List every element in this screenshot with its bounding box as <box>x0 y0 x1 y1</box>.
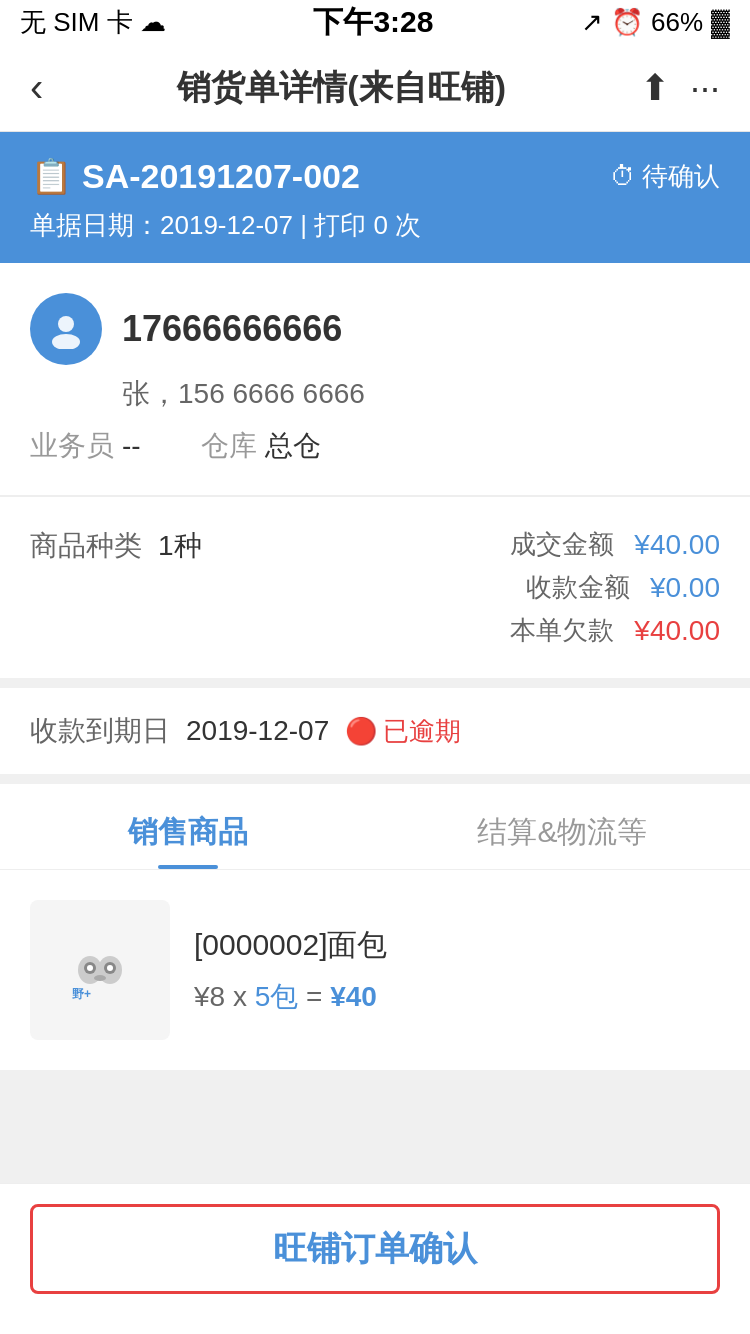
tab-sales-goods-label: 销售商品 <box>128 815 248 848</box>
svg-point-0 <box>58 316 74 332</box>
order-date: 单据日期：2019-12-07 | 打印 0 次 <box>30 208 720 243</box>
order-icon: 📋 <box>30 156 72 196</box>
svg-text:野+: 野+ <box>72 987 91 1000</box>
customer-top: 17666666666 <box>30 293 720 365</box>
product-info: [0000002]面包 ¥8 x 5包 = ¥40 <box>194 925 720 1016</box>
warehouse-value: 总仓 <box>265 427 321 465</box>
product-image: 野+ <box>30 900 170 1040</box>
amount-value-2: ¥40.00 <box>634 615 720 647</box>
product-name: [0000002]面包 <box>194 925 720 966</box>
order-status-text: 待确认 <box>642 159 720 194</box>
nav-bar: ‹ 销货单详情(来自旺铺) ⬆ ··· <box>0 44 750 132</box>
sales-rep-value: -- <box>122 430 141 462</box>
amount-row-0: 成交金额 ¥40.00 <box>510 527 720 562</box>
order-id: 📋 SA-20191207-002 <box>30 156 360 196</box>
order-status: ⏱ 待确认 <box>610 159 720 194</box>
product-item: 野+ [0000002]面包 ¥8 x 5包 = ¥40 <box>30 900 720 1040</box>
avatar <box>30 293 102 365</box>
type-value: 1种 <box>158 527 202 565</box>
battery-percent: 66% <box>651 7 703 38</box>
order-header-top: 📋 SA-20191207-002 ⏱ 待确认 <box>30 156 720 196</box>
tab-settlement-label: 结算&物流等 <box>477 815 647 848</box>
warehouse-label: 仓库 <box>201 427 257 465</box>
confirm-order-button[interactable]: 旺铺订单确认 <box>30 1204 720 1294</box>
product-price-row: ¥8 x 5包 = ¥40 <box>194 978 720 1016</box>
svg-point-8 <box>94 975 106 981</box>
summary-right: 成交金额 ¥40.00 收款金额 ¥0.00 本单欠款 ¥40.00 <box>510 527 720 648</box>
due-label: 收款到期日 <box>30 712 170 750</box>
warehouse-item: 仓库 总仓 <box>201 427 321 465</box>
nav-actions: ⬆ ··· <box>640 67 720 109</box>
svg-point-6 <box>87 965 93 971</box>
page-title: 销货单详情(来自旺铺) <box>177 65 506 111</box>
sales-rep-label: 业务员 <box>30 427 114 465</box>
more-button[interactable]: ··· <box>690 67 720 109</box>
customer-phone: 17666666666 <box>122 308 342 350</box>
customer-meta: 业务员 -- 仓库 总仓 <box>30 427 720 465</box>
order-id-text: SA-20191207-002 <box>82 157 360 196</box>
status-left: 无 SIM 卡 ☁ <box>20 5 166 40</box>
amount-label-0: 成交金额 <box>510 527 614 562</box>
customer-section: 17666666666 张，156 6666 6666 业务员 -- 仓库 总仓 <box>0 263 750 496</box>
bottom-button-container: 旺铺订单确认 <box>0 1183 750 1334</box>
amount-value-0: ¥40.00 <box>634 529 720 561</box>
amount-label-2: 本单欠款 <box>510 613 614 648</box>
due-date-section: 收款到期日 2019-12-07 🔴 已逾期 <box>0 688 750 784</box>
product-section: 野+ [0000002]面包 ¥8 x 5包 = ¥40 <box>0 870 750 1070</box>
overdue-alert-icon: 🔴 <box>345 716 377 747</box>
share-button[interactable]: ⬆ <box>640 67 670 109</box>
order-header: 📋 SA-20191207-002 ⏱ 待确认 单据日期：2019-12-07 … <box>0 132 750 263</box>
clock-icon: ⏱ <box>610 161 636 192</box>
summary-left: 商品种类 1种 <box>30 527 202 565</box>
overdue-badge: 🔴 已逾期 <box>345 714 461 749</box>
amount-label-1: 收款金额 <box>526 570 630 605</box>
due-date-value: 2019-12-07 <box>186 715 329 747</box>
status-right: ↗ ⏰ 66% ▓ <box>581 7 730 38</box>
tabs-row: 销售商品 结算&物流等 <box>0 784 750 869</box>
location-icon: ↗ <box>581 7 603 38</box>
status-time: 下午3:28 <box>313 2 433 43</box>
tabs-section: 销售商品 结算&物流等 <box>0 784 750 870</box>
type-label: 商品种类 <box>30 527 142 565</box>
tab-sales-goods[interactable]: 销售商品 <box>0 784 375 869</box>
overdue-text: 已逾期 <box>383 714 461 749</box>
customer-name: 张，156 6666 6666 <box>122 375 720 413</box>
battery-icon: ▓ <box>711 7 730 38</box>
amount-value-1: ¥0.00 <box>650 572 720 604</box>
sim-status: 无 SIM 卡 ☁ <box>20 5 166 40</box>
amount-row-1: 收款金额 ¥0.00 <box>526 570 720 605</box>
product-multiply: x <box>233 981 255 1012</box>
product-price: ¥8 <box>194 981 225 1012</box>
product-total: ¥40 <box>330 981 377 1012</box>
product-equals: = <box>306 981 330 1012</box>
summary-section: 商品种类 1种 成交金额 ¥40.00 收款金额 ¥0.00 本单欠款 ¥40.… <box>0 497 750 688</box>
sales-rep-item: 业务员 -- <box>30 427 141 465</box>
svg-point-7 <box>107 965 113 971</box>
amount-row-2: 本单欠款 ¥40.00 <box>510 613 720 648</box>
back-button[interactable]: ‹ <box>30 65 43 110</box>
alarm-icon: ⏰ <box>611 7 643 38</box>
product-type-row: 商品种类 1种 <box>30 527 202 565</box>
product-quantity: 5包 <box>255 981 299 1012</box>
svg-point-1 <box>52 334 80 349</box>
tab-settlement[interactable]: 结算&物流等 <box>375 784 750 869</box>
status-bar: 无 SIM 卡 ☁ 下午3:28 ↗ ⏰ 66% ▓ <box>0 0 750 44</box>
